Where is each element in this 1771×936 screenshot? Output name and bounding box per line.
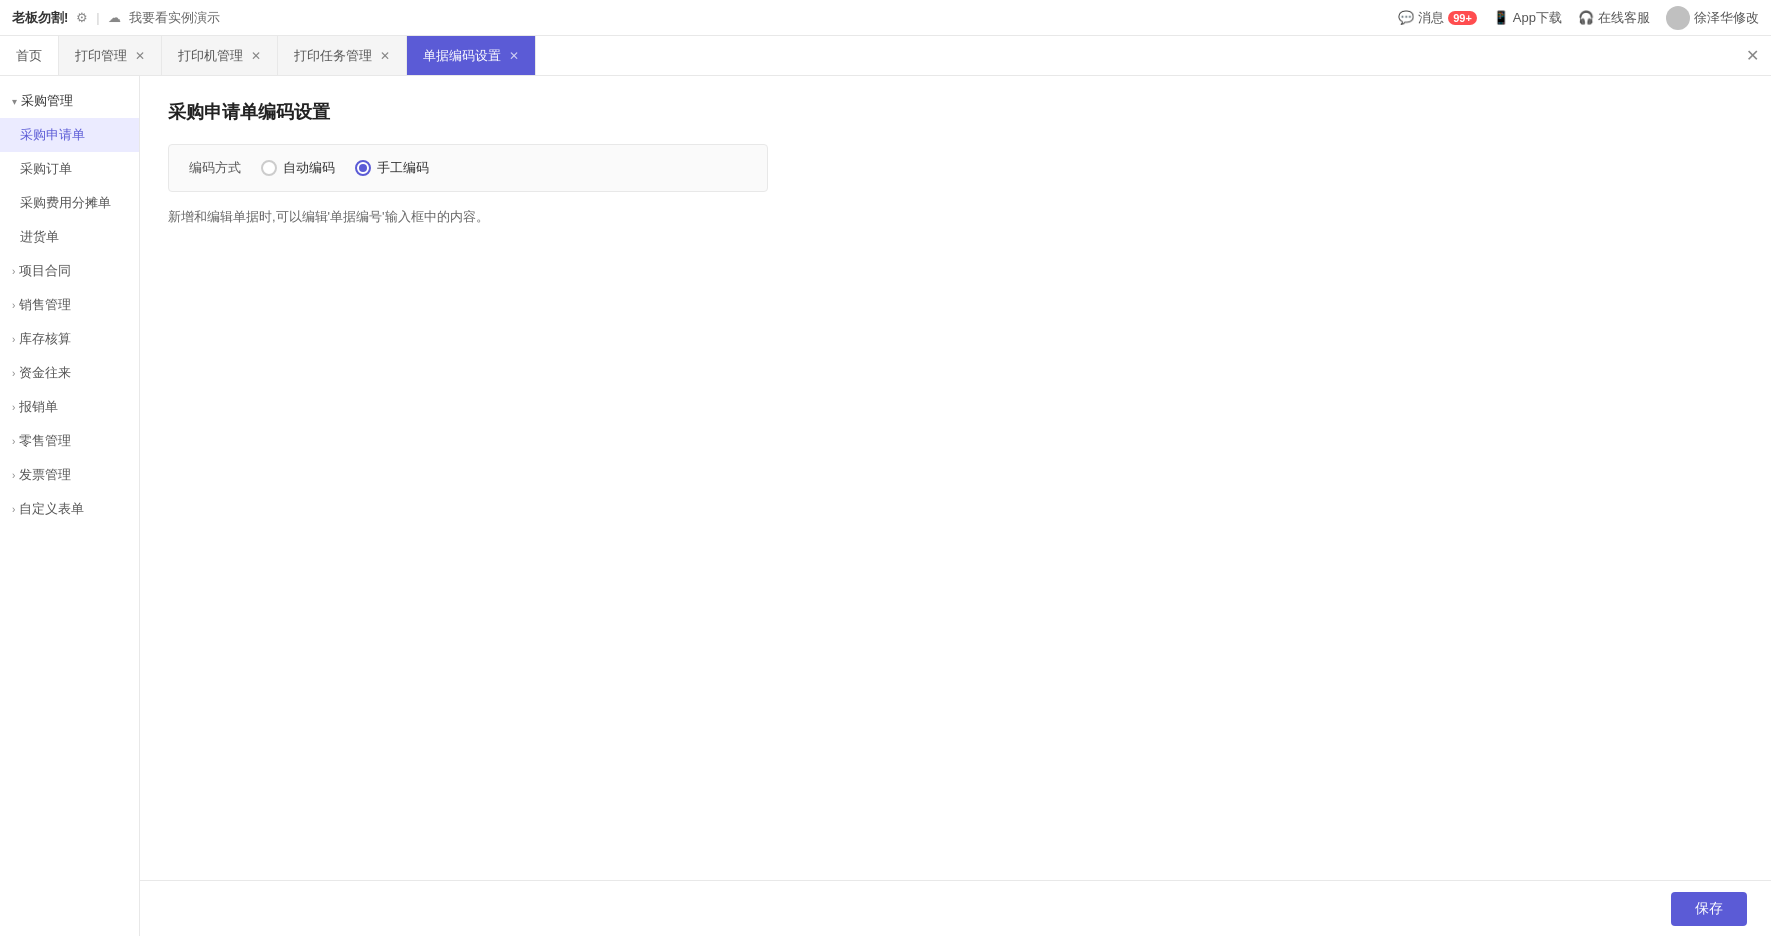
message-icon: 💬 [1398, 10, 1414, 25]
sidebar-group-fund[interactable]: › 资金往来 [0, 356, 139, 390]
tab-print-task-manage-close[interactable]: ✕ [380, 49, 390, 63]
user-name: 徐泽华修改 [1694, 9, 1759, 27]
sidebar-group-inventory[interactable]: › 库存核算 [0, 322, 139, 356]
page-footer: 保存 [140, 880, 1771, 936]
chevron-down-icon: ▾ [12, 96, 17, 107]
main-content: 采购申请单编码设置 编码方式 自动编码 手工编码 新增和编辑单据时,可以编辑'单… [140, 76, 1771, 936]
tab-home-label: 首页 [16, 47, 42, 65]
radio-auto-circle [261, 160, 277, 176]
tab-print-task-manage-label: 打印任务管理 [294, 47, 372, 65]
sidebar-group-project-contract[interactable]: › 项目合同 [0, 254, 139, 288]
message-badge: 99+ [1448, 11, 1477, 25]
top-bar-left: 老板勿割! ⚙ | ☁ 我要看实例演示 [12, 9, 220, 27]
avatar [1666, 6, 1690, 30]
chevron-right-icon-5: › [12, 402, 15, 413]
layout: ▾ 采购管理 采购申请单 采购订单 采购费用分摊单 进货单 › 项目合同 › 销… [0, 76, 1771, 936]
sidebar-group-inventory-label: 库存核算 [19, 330, 71, 348]
chevron-right-icon-6: › [12, 436, 15, 447]
tab-printer-manage[interactable]: 打印机管理 ✕ [162, 36, 278, 75]
chevron-right-icon: › [12, 266, 15, 277]
page-title: 采购申请单编码设置 [168, 100, 1743, 124]
sidebar-item-stock-in-label: 进货单 [20, 229, 59, 244]
tab-printer-manage-label: 打印机管理 [178, 47, 243, 65]
sidebar-group-returns-label: 报销单 [19, 398, 58, 416]
headset-icon: 🎧 [1578, 10, 1594, 25]
tab-home[interactable]: 首页 [0, 36, 59, 75]
top-bar: 老板勿割! ⚙ | ☁ 我要看实例演示 💬 消息 99+ 📱 App下载 🎧 在… [0, 0, 1771, 36]
sidebar-item-stock-in[interactable]: 进货单 [0, 220, 139, 254]
tab-single-code-settings[interactable]: 单据编码设置 ✕ [407, 36, 536, 75]
message-label: 消息 [1418, 9, 1444, 27]
online-service-label: 在线客服 [1598, 9, 1650, 27]
sidebar-item-purchase-order[interactable]: 采购订单 [0, 152, 139, 186]
tab-printer-manage-close[interactable]: ✕ [251, 49, 261, 63]
hint-text: 新增和编辑单据时,可以编辑'单据编号'输入框中的内容。 [168, 208, 1743, 226]
sidebar-item-purchase-order-label: 采购订单 [20, 161, 72, 176]
sidebar-group-project-contract-label: 项目合同 [19, 262, 71, 280]
sidebar-group-custom-forms-label: 自定义表单 [19, 500, 84, 518]
user-profile[interactable]: 徐泽华修改 [1666, 6, 1759, 30]
sidebar-group-custom-forms[interactable]: › 自定义表单 [0, 492, 139, 526]
encode-method-label: 编码方式 [189, 159, 241, 177]
tab-print-task-manage[interactable]: 打印任务管理 ✕ [278, 36, 407, 75]
page-content-area: 采购申请单编码设置 编码方式 自动编码 手工编码 新增和编辑单据时,可以编辑'单… [140, 76, 1771, 880]
sidebar-group-retail-label: 零售管理 [19, 432, 71, 450]
tab-print-manage-label: 打印管理 [75, 47, 127, 65]
online-service-action[interactable]: 🎧 在线客服 [1578, 9, 1650, 27]
app-icon: 📱 [1493, 10, 1509, 25]
radio-auto-encode[interactable]: 自动编码 [261, 159, 335, 177]
tab-bar: 首页 打印管理 ✕ 打印机管理 ✕ 打印任务管理 ✕ 单据编码设置 ✕ ✕ [0, 36, 1771, 76]
auto-encode-label: 自动编码 [283, 159, 335, 177]
manual-encode-label: 手工编码 [377, 159, 429, 177]
sidebar-group-invoice-label: 发票管理 [19, 466, 71, 484]
encode-radio-group: 自动编码 手工编码 [261, 159, 429, 177]
tab-single-code-label: 单据编码设置 [423, 47, 501, 65]
sidebar-item-purchase-request-label: 采购申请单 [20, 127, 85, 142]
top-bar-right: 💬 消息 99+ 📱 App下载 🎧 在线客服 徐泽华修改 [1398, 6, 1759, 30]
sidebar-group-fund-label: 资金往来 [19, 364, 71, 382]
tab-print-manage[interactable]: 打印管理 ✕ [59, 36, 162, 75]
chevron-right-icon-4: › [12, 368, 15, 379]
sidebar-group-purchase-manage-label: 采购管理 [21, 92, 73, 110]
sidebar-group-sales-manage-label: 销售管理 [19, 296, 71, 314]
app-download-action[interactable]: 📱 App下载 [1493, 9, 1562, 27]
chevron-right-icon-7: › [12, 470, 15, 481]
app-download-label: App下载 [1513, 9, 1562, 27]
sidebar-item-purchase-expense-label: 采购费用分摊单 [20, 195, 111, 210]
logo-text: 老板勿割! [12, 9, 68, 27]
tab-bar-close-all[interactable]: ✕ [1734, 36, 1771, 75]
radio-manual-circle [355, 160, 371, 176]
sidebar-group-purchase-manage[interactable]: ▾ 采购管理 [0, 84, 139, 118]
sidebar-group-retail[interactable]: › 零售管理 [0, 424, 139, 458]
radio-manual-encode[interactable]: 手工编码 [355, 159, 429, 177]
save-button[interactable]: 保存 [1671, 892, 1747, 926]
encode-section: 编码方式 自动编码 手工编码 [168, 144, 768, 192]
chevron-right-icon-2: › [12, 300, 15, 311]
sidebar-group-invoice[interactable]: › 发票管理 [0, 458, 139, 492]
sidebar-item-purchase-request[interactable]: 采购申请单 [0, 118, 139, 152]
demo-text[interactable]: 我要看实例演示 [129, 9, 220, 27]
settings-icon[interactable]: ⚙ [76, 10, 88, 25]
sidebar-item-purchase-expense[interactable]: 采购费用分摊单 [0, 186, 139, 220]
message-action[interactable]: 💬 消息 99+ [1398, 9, 1477, 27]
sidebar: ▾ 采购管理 采购申请单 采购订单 采购费用分摊单 进货单 › 项目合同 › 销… [0, 76, 140, 936]
tab-print-manage-close[interactable]: ✕ [135, 49, 145, 63]
chevron-right-icon-8: › [12, 504, 15, 515]
sidebar-group-sales-manage[interactable]: › 销售管理 [0, 288, 139, 322]
cloud-icon: ☁ [108, 10, 121, 25]
tab-single-code-close[interactable]: ✕ [509, 49, 519, 63]
sidebar-group-returns[interactable]: › 报销单 [0, 390, 139, 424]
chevron-right-icon-3: › [12, 334, 15, 345]
